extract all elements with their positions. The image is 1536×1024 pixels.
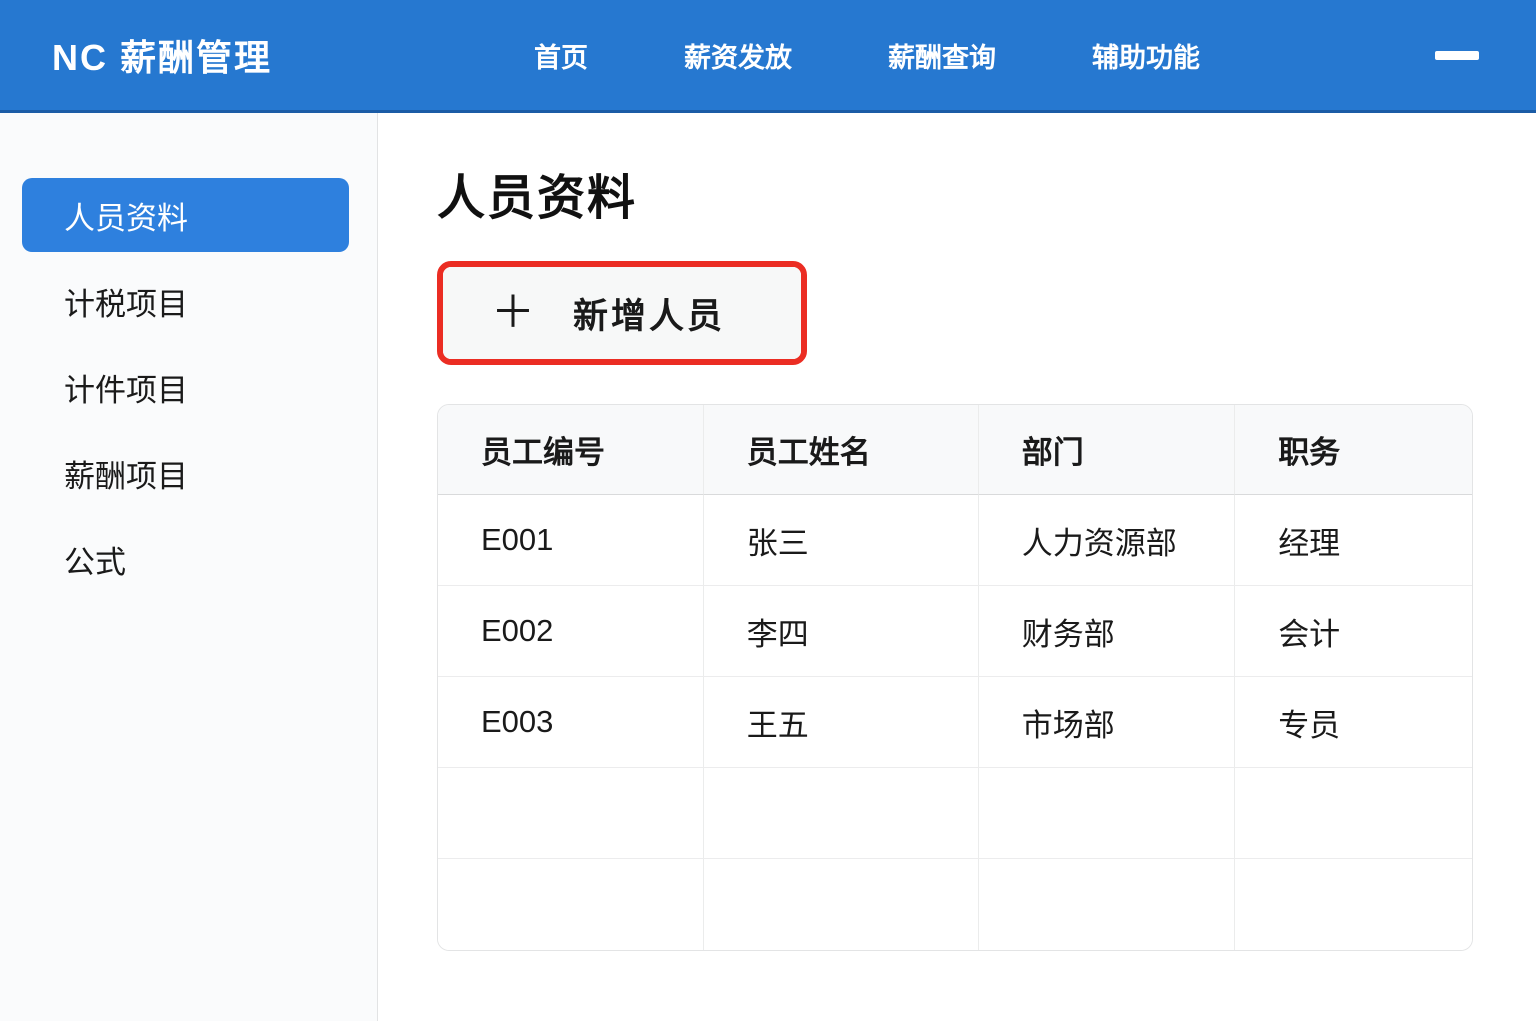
nav-item-auxiliary[interactable]: 辅助功能 (1092, 36, 1200, 75)
cell-position: 经理 (1235, 495, 1472, 586)
add-employee-button[interactable]: ＋ 新增人员 (443, 267, 801, 359)
cell-department: 市场部 (978, 677, 1236, 768)
nav-item-home[interactable]: 首页 (534, 36, 588, 75)
employee-table: 员工编号 员工姓名 部门 职务 E001 张三 人力资源部 经理 E002 李四… (437, 404, 1473, 951)
cell-department (978, 859, 1236, 950)
column-header-department: 部门 (978, 405, 1236, 495)
cell-department (978, 768, 1236, 859)
minimize-button[interactable] (1434, 40, 1480, 70)
layout: 人员资料 计税项目 计件项目 薪酬项目 公式 人员资料 ＋ 新增人员 员工编号 (0, 113, 1536, 1021)
table-row-empty[interactable] (438, 768, 1472, 859)
sidebar-item-personnel[interactable]: 人员资料 (22, 178, 349, 252)
column-header-employee-name: 员工姓名 (703, 405, 979, 495)
add-employee-label: 新增人员 (573, 296, 726, 336)
cell-employee-id: E001 (438, 495, 704, 586)
cell-position (1235, 859, 1472, 950)
cell-employee-id: E002 (438, 586, 704, 677)
cell-employee-id (438, 768, 704, 859)
cell-employee-name: 李四 (703, 586, 979, 677)
table-header-row: 员工编号 员工姓名 部门 职务 (438, 405, 1472, 495)
highlight-annotation-box: ＋ 新增人员 (437, 261, 807, 365)
nav-item-salary-payout[interactable]: 薪资发放 (684, 36, 792, 75)
top-header: NC 薪酬管理 首页 薪资发放 薪酬查询 辅助功能 (0, 0, 1536, 113)
top-nav: 首页 薪资发放 薪酬查询 辅助功能 (534, 36, 1200, 75)
table-row[interactable]: E001 张三 人力资源部 经理 (438, 495, 1472, 586)
sidebar: 人员资料 计税项目 计件项目 薪酬项目 公式 (0, 113, 378, 1021)
page-title: 人员资料 (437, 172, 638, 225)
cell-employee-id: E003 (438, 677, 704, 768)
sidebar-item-salary-items[interactable]: 薪酬项目 (22, 436, 349, 510)
cell-position (1235, 768, 1472, 859)
sidebar-item-tax-items[interactable]: 计税项目 (22, 264, 349, 338)
cell-department: 财务部 (978, 586, 1236, 677)
minimize-icon (1435, 50, 1479, 60)
cell-employee-name: 王五 (703, 677, 979, 768)
cell-employee-name: 张三 (703, 495, 979, 586)
cell-department: 人力资源部 (978, 495, 1236, 586)
app-title: NC 薪酬管理 (52, 37, 272, 78)
sidebar-item-piecework-items[interactable]: 计件项目 (22, 350, 349, 424)
sidebar-item-formula[interactable]: 公式 (22, 522, 349, 596)
column-header-position: 职务 (1235, 405, 1472, 495)
cell-employee-name (703, 859, 979, 950)
column-header-employee-id: 员工编号 (438, 405, 704, 495)
main-content: 人员资料 ＋ 新增人员 员工编号 员工姓名 部门 职务 E001 张三 人力资源… (378, 113, 1536, 1021)
plus-icon: ＋ (491, 288, 535, 337)
cell-position: 会计 (1235, 586, 1472, 677)
table-row[interactable]: E003 王五 市场部 专员 (438, 677, 1472, 768)
cell-position: 专员 (1235, 677, 1472, 768)
table-row-empty[interactable] (438, 859, 1472, 950)
cell-employee-id (438, 859, 704, 950)
nav-item-salary-query[interactable]: 薪酬查询 (888, 36, 996, 75)
cell-employee-name (703, 768, 979, 859)
table-row[interactable]: E002 李四 财务部 会计 (438, 586, 1472, 677)
